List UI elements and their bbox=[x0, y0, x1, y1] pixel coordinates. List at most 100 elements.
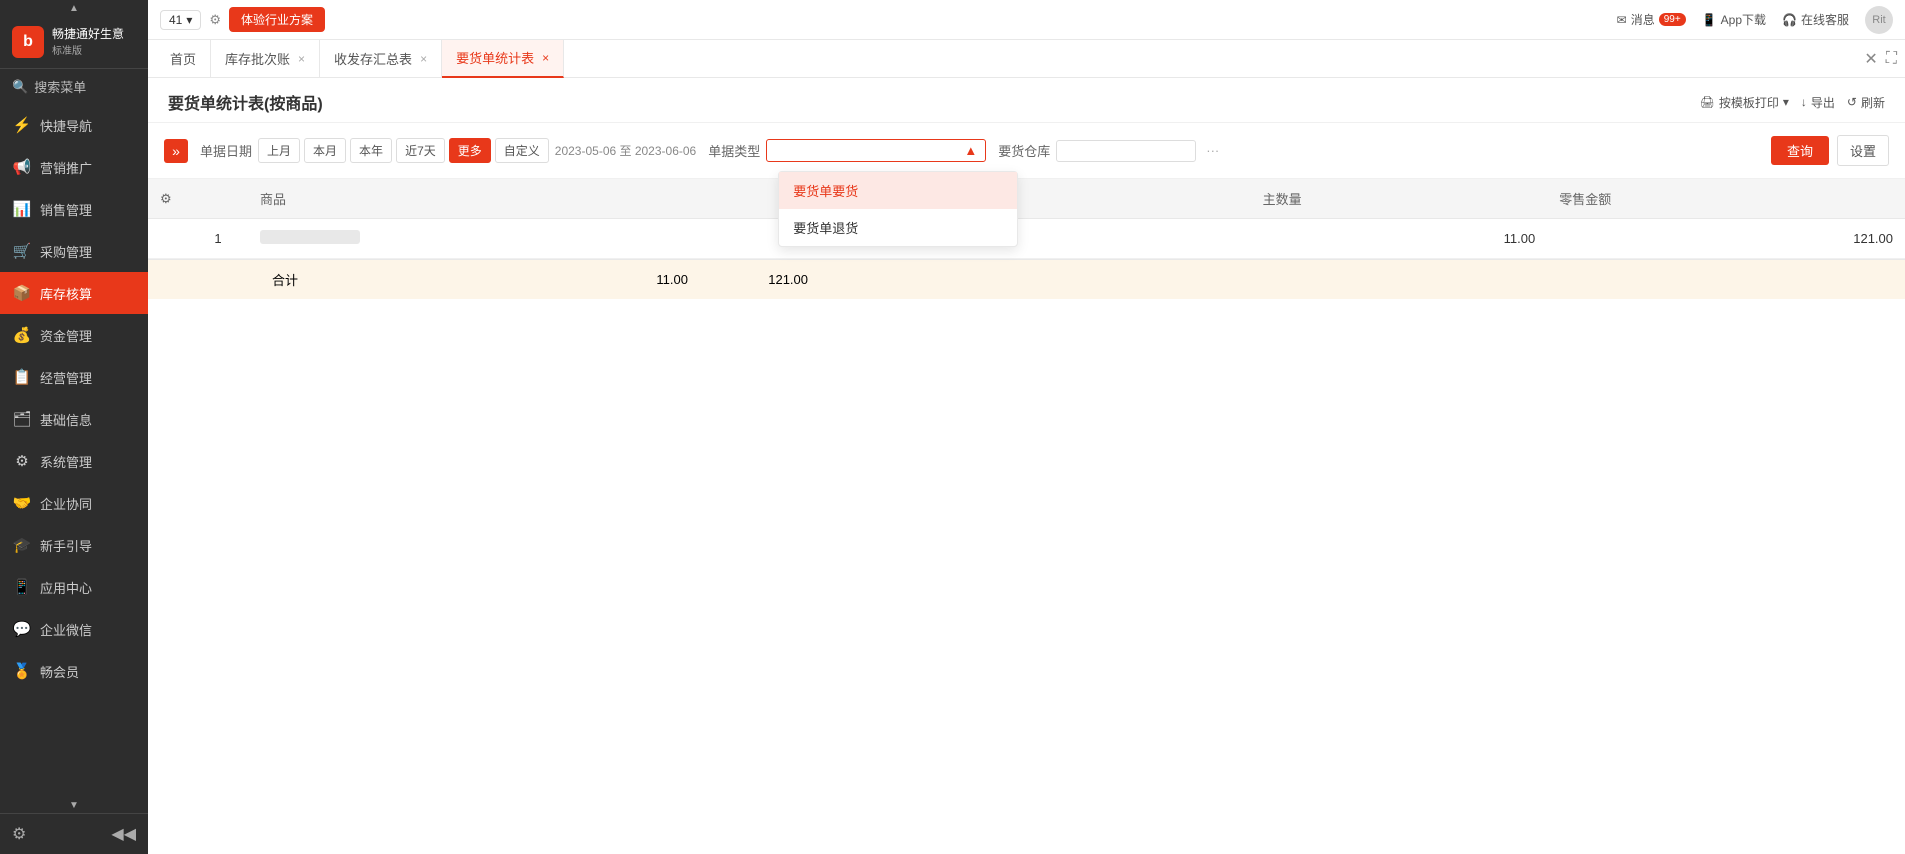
sidebar-item-label: 基础信息 bbox=[40, 410, 92, 429]
app-download-action[interactable]: 📱 App下载 bbox=[1702, 11, 1766, 28]
settings-icon[interactable]: ⚙ bbox=[12, 824, 26, 844]
sidebar-scroll-up[interactable]: ▲ bbox=[0, 0, 148, 16]
sidebar-item-purchase[interactable]: 🛒 采购管理 bbox=[0, 230, 148, 272]
header-left: 41 ▾ ⚙ 体验行业方案 bbox=[160, 7, 325, 32]
print-template-button[interactable]: 🖨 按模板打印 ▾ bbox=[1700, 94, 1789, 111]
page-title-bar: 要货单统计表(按商品) 🖨 按模板打印 ▾ ↓ 导出 ↺ 刷新 bbox=[148, 78, 1905, 123]
this-month-btn[interactable]: 本月 bbox=[304, 138, 346, 163]
table-footer: 合计 11.00 121.00 bbox=[148, 259, 1905, 299]
refresh-label: 刷新 bbox=[1861, 94, 1885, 111]
store-name: 41 bbox=[169, 13, 182, 27]
sidebar-item-label: 库存核算 bbox=[40, 284, 92, 303]
purchase-icon: 🛒 bbox=[12, 241, 32, 261]
tab-batch-stock-close[interactable]: × bbox=[298, 52, 305, 66]
online-service-action[interactable]: 🎧 在线客服 bbox=[1782, 11, 1849, 28]
tab-expand-button[interactable]: ⛶ bbox=[1886, 50, 1897, 68]
export-icon: ↓ bbox=[1801, 95, 1807, 109]
col-amount-header: 零售金额 bbox=[1547, 179, 1905, 219]
inventory-icon: 📦 bbox=[12, 283, 32, 303]
refresh-button[interactable]: ↺ 刷新 bbox=[1847, 94, 1885, 111]
tab-receive-summary[interactable]: 收发存汇总表 × bbox=[320, 40, 442, 78]
sidebar-item-app-center[interactable]: 📱 应用中心 bbox=[0, 566, 148, 608]
dropdown-item-order-return[interactable]: 要货单退货 bbox=[779, 209, 1017, 246]
tabs-bar: 首页 库存批次账 × 收发存汇总表 × 要货单统计表 × ✕ ⛶ bbox=[148, 40, 1905, 78]
sidebar-scroll-down[interactable]: ▼ bbox=[0, 797, 148, 813]
warehouse-filter-label: 要货仓库 bbox=[998, 141, 1050, 160]
sidebar-bottom: ⚙ ◀◀ bbox=[0, 813, 148, 854]
sidebar-item-label: 系统管理 bbox=[40, 452, 92, 471]
query-button[interactable]: 查询 bbox=[1771, 136, 1829, 165]
message-action[interactable]: ✉ 消息 99+ bbox=[1617, 11, 1686, 28]
footer-quantity: 11.00 bbox=[656, 272, 688, 287]
custom-btn[interactable]: 自定义 bbox=[495, 138, 549, 163]
sidebar-item-guide[interactable]: 🎓 新手引导 bbox=[0, 524, 148, 566]
row-quantity-cell[interactable]: 11.00 bbox=[1251, 219, 1548, 259]
quick-nav-icon: ⚡ bbox=[12, 115, 32, 135]
headset-icon: 🎧 bbox=[1782, 13, 1797, 27]
tab-order-summary-label: 要货单统计表 bbox=[456, 48, 534, 67]
sidebar-item-label: 畅会员 bbox=[40, 662, 79, 681]
footer-amount-cell: 121.00 bbox=[700, 272, 820, 287]
refresh-icon: ↺ bbox=[1847, 95, 1857, 109]
tab-receive-summary-close[interactable]: × bbox=[420, 52, 427, 66]
sidebar-search-label: 搜索菜单 bbox=[34, 77, 86, 96]
prev-month-btn[interactable]: 上月 bbox=[258, 138, 300, 163]
sidebar-item-system[interactable]: ⚙ 系统管理 bbox=[0, 440, 148, 482]
trial-button[interactable]: 体验行业方案 bbox=[229, 7, 325, 32]
date-buttons: 上月 本月 本年 近7天 更多 自定义 bbox=[258, 138, 549, 163]
collapse-icon[interactable]: ◀◀ bbox=[111, 824, 136, 844]
store-selector[interactable]: 41 ▾ bbox=[160, 10, 201, 30]
sidebar-item-inventory[interactable]: 📦 库存核算 bbox=[0, 272, 148, 314]
tab-close-all-button[interactable]: ✕ bbox=[1864, 49, 1877, 69]
sidebar-item-basic-info[interactable]: 🗂 基础信息 bbox=[0, 398, 148, 440]
filter-bar: » 单据日期 上月 本月 本年 近7天 更多 自定义 2023-05-06 至 … bbox=[148, 123, 1905, 179]
sidebar-item-label: 资金管理 bbox=[40, 326, 92, 345]
this-year-btn[interactable]: 本年 bbox=[350, 138, 392, 163]
settings-button[interactable]: 设置 bbox=[1837, 135, 1889, 166]
more-btn[interactable]: 更多 bbox=[449, 138, 491, 163]
type-select-arrow: ▲ bbox=[964, 143, 977, 158]
sidebar-item-enterprise[interactable]: 🤝 企业协同 bbox=[0, 482, 148, 524]
sidebar-item-sales[interactable]: 📊 销售管理 bbox=[0, 188, 148, 230]
sidebar: ▲ b 畅捷通好生意 标准版 🔍 搜索菜单 ⚡ 快捷导航 📢 营销推广 📊 销售… bbox=[0, 0, 148, 854]
date-filter-group: 单据日期 上月 本月 本年 近7天 更多 自定义 2023-05-06 至 20… bbox=[200, 138, 696, 163]
filter-expand-button[interactable]: » bbox=[164, 139, 188, 163]
sidebar-item-label: 经营管理 bbox=[40, 368, 92, 387]
sidebar-item-quick-nav[interactable]: ⚡ 快捷导航 bbox=[0, 104, 148, 146]
marketing-icon: 📢 bbox=[12, 157, 32, 177]
sidebar-item-operations[interactable]: 📋 经营管理 bbox=[0, 356, 148, 398]
warehouse-dots-icon[interactable]: ··· bbox=[1206, 143, 1219, 158]
main-area: 41 ▾ ⚙ 体验行业方案 ✉ 消息 99+ 📱 App下载 🎧 在线客服 Ri… bbox=[148, 0, 1905, 854]
footer-quantity-cell: 11.00 bbox=[580, 272, 700, 287]
footer-label-cell: 合计 bbox=[260, 270, 460, 289]
export-button[interactable]: ↓ 导出 bbox=[1801, 94, 1835, 111]
warehouse-input[interactable]: ​ bbox=[1056, 140, 1196, 162]
tab-batch-stock[interactable]: 库存批次账 × bbox=[211, 40, 320, 78]
sidebar-item-label: 企业微信 bbox=[40, 620, 92, 639]
message-label: 消息 bbox=[1631, 11, 1655, 28]
sidebar-search[interactable]: 🔍 搜索菜单 bbox=[0, 69, 148, 104]
app-name: 畅捷通好生意 bbox=[52, 27, 124, 43]
tab-receive-summary-label: 收发存汇总表 bbox=[334, 49, 412, 68]
header-settings-icon[interactable]: ⚙ bbox=[209, 12, 221, 28]
col-settings-header[interactable]: ⚙ bbox=[148, 179, 188, 219]
print-template-label: 按模板打印 bbox=[1719, 94, 1779, 111]
tabs-right: ✕ ⛶ bbox=[1864, 49, 1897, 69]
avatar[interactable]: Rit bbox=[1865, 6, 1893, 34]
sidebar-item-marketing[interactable]: 📢 营销推广 bbox=[0, 146, 148, 188]
row-amount-cell[interactable]: 121.00 bbox=[1547, 219, 1905, 259]
last-7-days-btn[interactable]: 近7天 bbox=[396, 138, 445, 163]
col-quantity-header: 主数量 bbox=[1251, 179, 1548, 219]
sidebar-item-label: 快捷导航 bbox=[40, 116, 92, 135]
tab-order-summary[interactable]: 要货单统计表 × bbox=[442, 40, 564, 78]
type-select-box[interactable]: ​ ▲ bbox=[766, 139, 986, 162]
tab-order-summary-close[interactable]: × bbox=[542, 51, 549, 65]
tab-home[interactable]: 首页 bbox=[156, 40, 211, 78]
sidebar-item-member[interactable]: 🏅 畅会员 bbox=[0, 650, 148, 692]
dropdown-item-order-goods[interactable]: 要货单要货 bbox=[779, 172, 1017, 209]
enterprise-icon: 🤝 bbox=[12, 493, 32, 513]
sidebar-nav: ⚡ 快捷导航 📢 营销推广 📊 销售管理 🛒 采购管理 📦 库存核算 💰 资金管… bbox=[0, 104, 148, 797]
sidebar-item-wechat[interactable]: 💬 企业微信 bbox=[0, 608, 148, 650]
sidebar-item-finance[interactable]: 💰 资金管理 bbox=[0, 314, 148, 356]
goods-placeholder bbox=[260, 230, 360, 244]
